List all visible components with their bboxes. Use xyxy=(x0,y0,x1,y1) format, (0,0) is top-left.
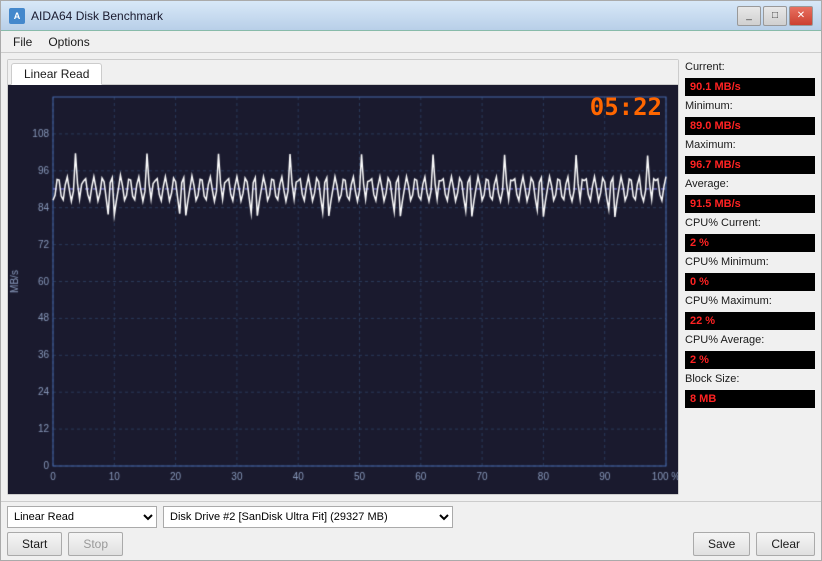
benchmark-chart xyxy=(8,85,678,494)
cpu-maximum-label: CPU% Maximum: xyxy=(685,295,815,307)
minimum-value: 89.0 MB/s xyxy=(685,117,815,135)
main-window: A AIDA64 Disk Benchmark _ □ ✕ File Optio… xyxy=(0,0,822,561)
minimize-button[interactable]: _ xyxy=(737,6,761,26)
clear-button[interactable]: Clear xyxy=(756,532,815,556)
start-button[interactable]: Start xyxy=(7,532,62,556)
cpu-maximum-value: 22 % xyxy=(685,312,815,330)
average-label: Average: xyxy=(685,178,815,190)
close-button[interactable]: ✕ xyxy=(789,6,813,26)
controls-row2: Start Stop Save Clear xyxy=(7,532,815,556)
minimum-label: Minimum: xyxy=(685,100,815,112)
chart-section: Linear Read 05:22 xyxy=(7,59,679,495)
cpu-minimum-label: CPU% Minimum: xyxy=(685,256,815,268)
maximize-button[interactable]: □ xyxy=(763,6,787,26)
average-value: 91.5 MB/s xyxy=(685,195,815,213)
main-content: Linear Read 05:22 Current: 90.1 MB/s Min… xyxy=(1,53,821,501)
current-label: Current: xyxy=(685,61,815,73)
block-size-value: 8 MB xyxy=(685,390,815,408)
test-select[interactable]: Linear Read Random Read Random Write Sui… xyxy=(7,506,157,528)
chart-area: 05:22 xyxy=(8,85,678,494)
maximum-value: 96.7 MB/s xyxy=(685,156,815,174)
title-bar-buttons: _ □ ✕ xyxy=(737,6,813,26)
app-icon: A xyxy=(9,8,25,24)
controls-row1: Linear Read Random Read Random Write Sui… xyxy=(7,506,815,528)
title-bar: A AIDA64 Disk Benchmark _ □ ✕ xyxy=(1,1,821,31)
current-value: 90.1 MB/s xyxy=(685,78,815,96)
cpu-average-value: 2 % xyxy=(685,351,815,369)
cpu-average-label: CPU% Average: xyxy=(685,334,815,346)
block-size-label: Block Size: xyxy=(685,373,815,385)
save-button[interactable]: Save xyxy=(693,532,750,556)
menu-file[interactable]: File xyxy=(5,33,40,51)
cpu-minimum-value: 0 % xyxy=(685,273,815,291)
window-title: AIDA64 Disk Benchmark xyxy=(31,9,737,23)
drive-select[interactable]: Disk Drive #2 [SanDisk Ultra Fit] (29327… xyxy=(163,506,453,528)
maximum-label: Maximum: xyxy=(685,139,815,151)
cpu-current-label: CPU% Current: xyxy=(685,217,815,229)
timer-display: 05:22 xyxy=(590,93,662,121)
stats-panel: Current: 90.1 MB/s Minimum: 89.0 MB/s Ma… xyxy=(685,59,815,495)
menu-options[interactable]: Options xyxy=(40,33,97,51)
menu-bar: File Options xyxy=(1,31,821,53)
bottom-bar: Linear Read Random Read Random Write Sui… xyxy=(1,501,821,560)
cpu-current-value: 2 % xyxy=(685,234,815,252)
stop-button[interactable]: Stop xyxy=(68,532,123,556)
tab-bar: Linear Read xyxy=(8,60,678,85)
tab-linear-read[interactable]: Linear Read xyxy=(11,63,102,85)
